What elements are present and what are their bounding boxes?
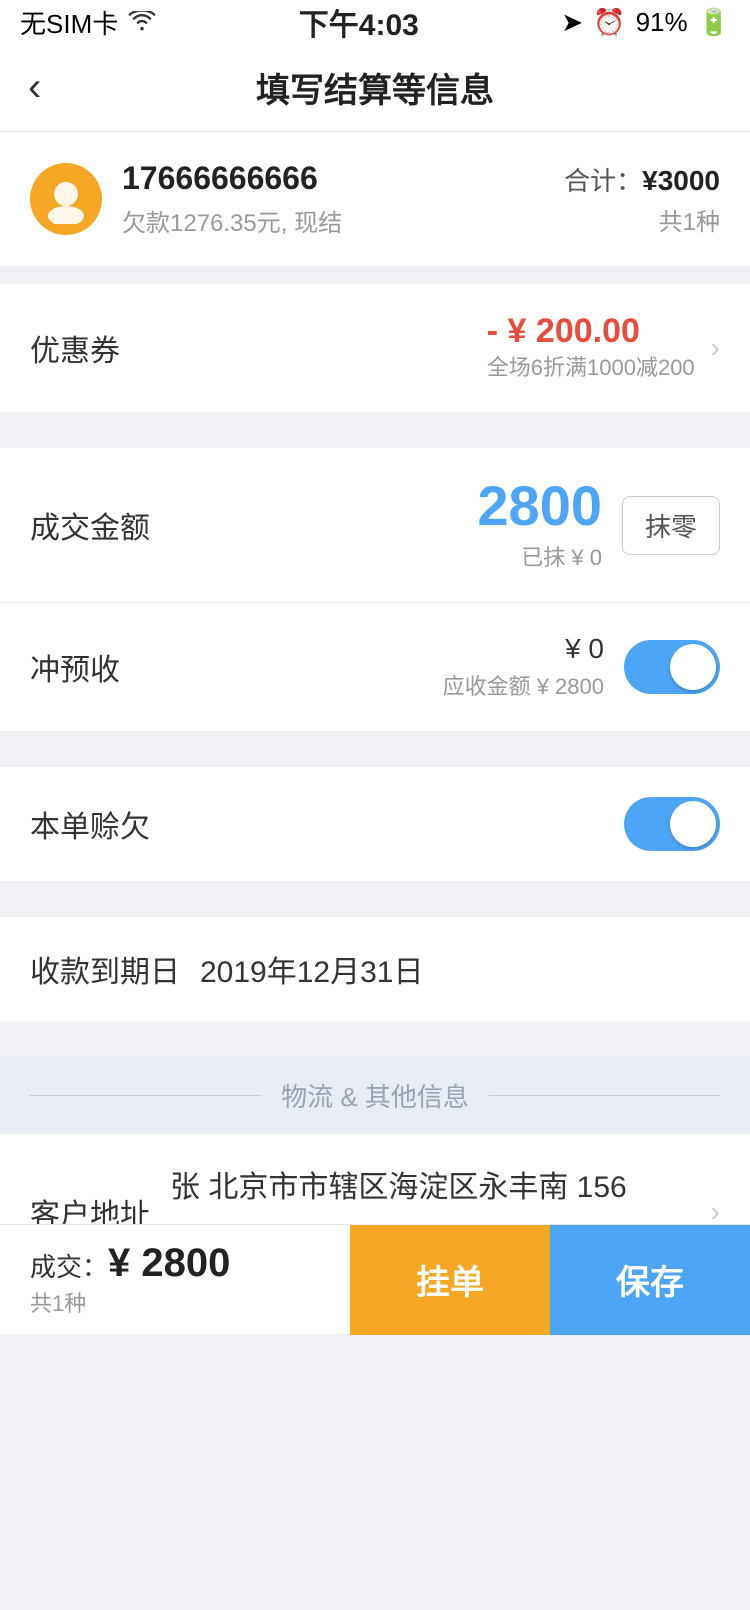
coupon-right: - ¥ 200.00 全场6折满1000减200 › — [487, 312, 720, 384]
logistics-divider: 物流 & 其他信息 — [0, 1057, 750, 1134]
coupon-label: 优惠券 — [30, 326, 120, 370]
alarm-icon: ⏰ — [593, 7, 625, 38]
debt-label: 本单赊欠 — [30, 802, 160, 846]
customer-total: 合计：¥3000 共1种 — [564, 161, 720, 237]
bottom-deal-amount: ¥ 2800 — [108, 1241, 230, 1285]
total-count: 共1种 — [564, 202, 720, 237]
debt-toggle[interactable] — [624, 797, 720, 851]
round-button[interactable]: 抹零 — [622, 496, 720, 555]
customer-info: 17666666666 欠款1276.35元, 现结 — [122, 160, 342, 238]
prepay-toggle-wrap: ¥ 0 应收金额 ¥ 2800 — [443, 633, 720, 701]
section-divider-1 — [0, 430, 750, 448]
coupon-detail: 全场6折满1000减200 — [487, 351, 695, 384]
coupon-row[interactable]: 优惠券 - ¥ 200.00 全场6折满1000减200 › — [0, 284, 750, 412]
divider-line-left — [30, 1095, 261, 1096]
total-value: ¥3000 — [642, 165, 720, 196]
page-title: 填写结算等信息 — [256, 63, 494, 112]
save-button[interactable]: 保存 — [550, 1225, 750, 1335]
deal-amount-big: 2800 — [477, 478, 602, 534]
prepay-label: 冲预收 — [30, 645, 160, 689]
deal-amount-section: 成交金额 2800 已抹 ¥ 0 抹零 冲预收 ¥ 0 应收金额 ¥ 2800 — [0, 448, 750, 731]
due-date-label: 收款到期日 — [30, 947, 180, 991]
nav-bar: ‹ 填写结算等信息 — [0, 44, 750, 132]
content-area: 17666666666 欠款1276.35元, 现结 合计：¥3000 共1种 … — [0, 132, 750, 1610]
location-icon: ➤ — [561, 7, 583, 38]
debt-section: 本单赊欠 — [0, 767, 750, 881]
prepay-amount-area: ¥ 0 应收金额 ¥ 2800 — [443, 633, 604, 701]
customer-debt: 欠款1276.35元, 现结 — [122, 203, 342, 238]
status-bar: 无SIM卡 下午4:03 ➤ ⏰ 91% 🔋 — [0, 0, 750, 44]
debt-row: 本单赊欠 — [0, 767, 750, 881]
deal-amount-sub: 已抹 ¥ 0 — [477, 540, 602, 572]
section-divider-3 — [0, 899, 750, 917]
total-label: 合计： — [564, 166, 642, 196]
prepay-amount: ¥ 0 — [443, 633, 604, 665]
prepay-sub: 应收金额 ¥ 2800 — [443, 669, 604, 701]
logistics-label: 物流 & 其他信息 — [281, 1077, 469, 1114]
deal-amount-row: 成交金额 2800 已抹 ¥ 0 抹零 — [0, 448, 750, 603]
prepay-row: 冲预收 ¥ 0 应收金额 ¥ 2800 — [0, 603, 750, 731]
section-divider-4 — [0, 1039, 750, 1057]
carrier-label: 无SIM卡 — [20, 4, 118, 41]
prepay-toggle-thumb — [670, 644, 716, 690]
bottom-count: 共1种 — [30, 1286, 320, 1318]
customer-card: 17666666666 欠款1276.35元, 现结 合计：¥3000 共1种 — [0, 132, 750, 266]
bottom-deal-label: 成交： — [30, 1252, 108, 1282]
prepay-toggle[interactable] — [624, 640, 720, 694]
back-button[interactable]: ‹ — [28, 65, 41, 110]
chevron-right-icon: › — [711, 332, 720, 364]
time-label: 下午4:03 — [299, 0, 419, 44]
debt-toggle-thumb — [670, 801, 716, 847]
wifi-icon — [128, 7, 156, 38]
customer-left: 17666666666 欠款1276.35元, 现结 — [30, 160, 342, 238]
pending-button[interactable]: 挂单 — [350, 1225, 550, 1335]
status-right: ➤ ⏰ 91% 🔋 — [561, 7, 730, 38]
deal-amount-label: 成交金额 — [30, 503, 160, 547]
bottom-deal-row: 成交：¥ 2800 — [30, 1241, 320, 1286]
battery-icon: 🔋 — [698, 7, 730, 38]
due-date-row: 收款到期日 2019年12月31日 — [0, 917, 750, 1021]
bottom-summary: 成交：¥ 2800 共1种 — [0, 1241, 350, 1318]
coupon-discount: - ¥ 200.00 — [487, 312, 695, 351]
customer-phone: 17666666666 — [122, 160, 342, 197]
divider-line-right — [489, 1095, 720, 1096]
avatar — [30, 163, 102, 235]
status-left: 无SIM卡 — [20, 4, 156, 41]
due-date-value: 2019年12月31日 — [200, 947, 423, 991]
battery-label: 91% — [636, 7, 688, 38]
deal-amount-value-area: 2800 已抹 ¥ 0 抹零 — [477, 478, 720, 572]
total-label-value: 合计：¥3000 — [564, 161, 720, 198]
bottom-bar: 成交：¥ 2800 共1种 挂单 保存 — [0, 1224, 750, 1334]
section-divider-2 — [0, 749, 750, 767]
